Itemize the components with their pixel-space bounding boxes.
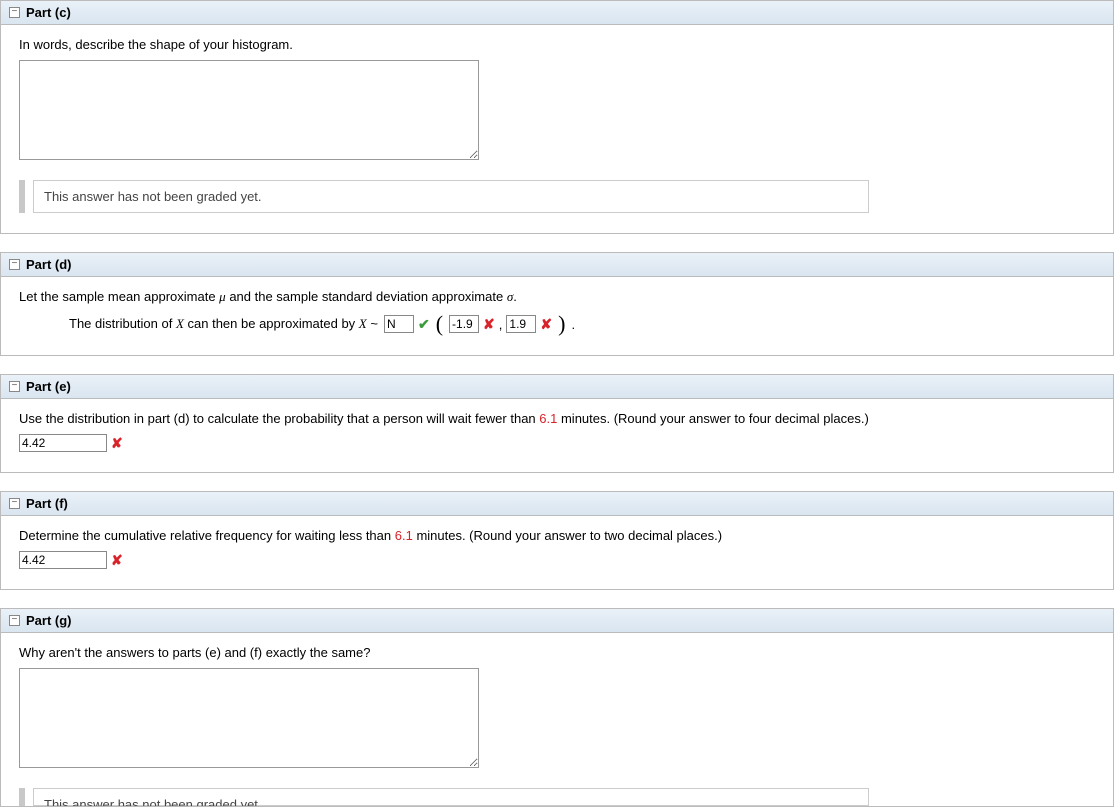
- period: .: [571, 317, 575, 332]
- text: .: [513, 289, 517, 304]
- part-d-body: Let the sample mean approximate μ and th…: [1, 277, 1113, 355]
- part-f-prompt: Determine the cumulative relative freque…: [19, 528, 1095, 543]
- grade-note-text: This answer has not been graded yet.: [33, 180, 869, 213]
- part-d-title: Part (d): [26, 257, 72, 272]
- part-d-header[interactable]: − Part (d): [1, 253, 1113, 277]
- param2-input[interactable]: [506, 315, 536, 333]
- cross-icon: ✘: [111, 435, 123, 452]
- part-c-answer[interactable]: [19, 60, 479, 160]
- part-c: − Part (c) In words, describe the shape …: [0, 0, 1114, 234]
- text: Determine the cumulative relative freque…: [19, 528, 395, 543]
- text: minutes. (Round your answer to four deci…: [557, 411, 868, 426]
- part-e-header[interactable]: − Part (e): [1, 375, 1113, 399]
- text: minutes. (Round your answer to two decim…: [413, 528, 722, 543]
- param1-input[interactable]: [449, 315, 479, 333]
- comma: ,: [499, 317, 503, 332]
- part-f-answer[interactable]: [19, 551, 107, 569]
- grade-bar: [19, 788, 25, 806]
- grade-note-text: This answer has not been graded yet.: [33, 788, 869, 806]
- text: Use the distribution in part (d) to calc…: [19, 411, 539, 426]
- part-f-body: Determine the cumulative relative freque…: [1, 516, 1113, 589]
- text: can then be approximated by: [184, 316, 359, 331]
- open-paren: (: [434, 313, 445, 335]
- part-f: − Part (f) Determine the cumulative rela…: [0, 491, 1114, 590]
- part-g-prompt: Why aren't the answers to parts (e) and …: [19, 645, 1095, 660]
- part-c-prompt: In words, describe the shape of your his…: [19, 37, 1095, 52]
- part-g: − Part (g) Why aren't the answers to par…: [0, 608, 1114, 807]
- highlight-value: 6.1: [395, 528, 413, 543]
- part-e-body: Use the distribution in part (d) to calc…: [1, 399, 1113, 472]
- part-e-title: Part (e): [26, 379, 71, 394]
- part-f-answer-line: ✘: [19, 551, 1095, 569]
- part-g-header[interactable]: − Part (g): [1, 609, 1113, 633]
- cross-icon: ✘: [111, 552, 123, 569]
- part-d-intro: Let the sample mean approximate μ and th…: [19, 289, 1095, 305]
- part-f-title: Part (f): [26, 496, 68, 511]
- part-e-answer[interactable]: [19, 434, 107, 452]
- distribution-input[interactable]: [384, 315, 414, 333]
- grade-bar: [19, 180, 25, 213]
- cross-icon: ✘: [483, 316, 495, 333]
- text: and the sample standard deviation approx…: [226, 289, 507, 304]
- part-g-answer[interactable]: [19, 668, 479, 768]
- text: Let the sample mean approximate: [19, 289, 219, 304]
- part-d: − Part (d) Let the sample mean approxima…: [0, 252, 1114, 356]
- part-g-body: Why aren't the answers to parts (e) and …: [1, 633, 1113, 806]
- cross-icon: ✘: [540, 316, 552, 333]
- collapse-icon[interactable]: −: [9, 498, 20, 509]
- part-c-title: Part (c): [26, 5, 71, 20]
- collapse-icon[interactable]: −: [9, 615, 20, 626]
- x-var: X: [176, 316, 184, 331]
- tilde: ~: [367, 316, 378, 331]
- grade-note: This answer has not been graded yet.: [19, 788, 869, 806]
- check-icon: ✔: [418, 316, 430, 333]
- x-var: X: [359, 316, 367, 331]
- collapse-icon[interactable]: −: [9, 7, 20, 18]
- part-c-header[interactable]: − Part (c): [1, 1, 1113, 25]
- part-e-prompt: Use the distribution in part (d) to calc…: [19, 411, 1095, 426]
- part-g-title: Part (g): [26, 613, 72, 628]
- collapse-icon[interactable]: −: [9, 381, 20, 392]
- part-d-expression: The distribution of X can then be approx…: [69, 313, 1095, 335]
- part-f-header[interactable]: − Part (f): [1, 492, 1113, 516]
- text: The distribution of: [69, 316, 176, 331]
- text: The distribution of X can then be approx…: [69, 316, 378, 332]
- collapse-icon[interactable]: −: [9, 259, 20, 270]
- grade-note: This answer has not been graded yet.: [19, 180, 869, 213]
- part-c-body: In words, describe the shape of your his…: [1, 25, 1113, 233]
- part-e: − Part (e) Use the distribution in part …: [0, 374, 1114, 473]
- highlight-value: 6.1: [539, 411, 557, 426]
- part-e-answer-line: ✘: [19, 434, 1095, 452]
- close-paren: ): [556, 313, 567, 335]
